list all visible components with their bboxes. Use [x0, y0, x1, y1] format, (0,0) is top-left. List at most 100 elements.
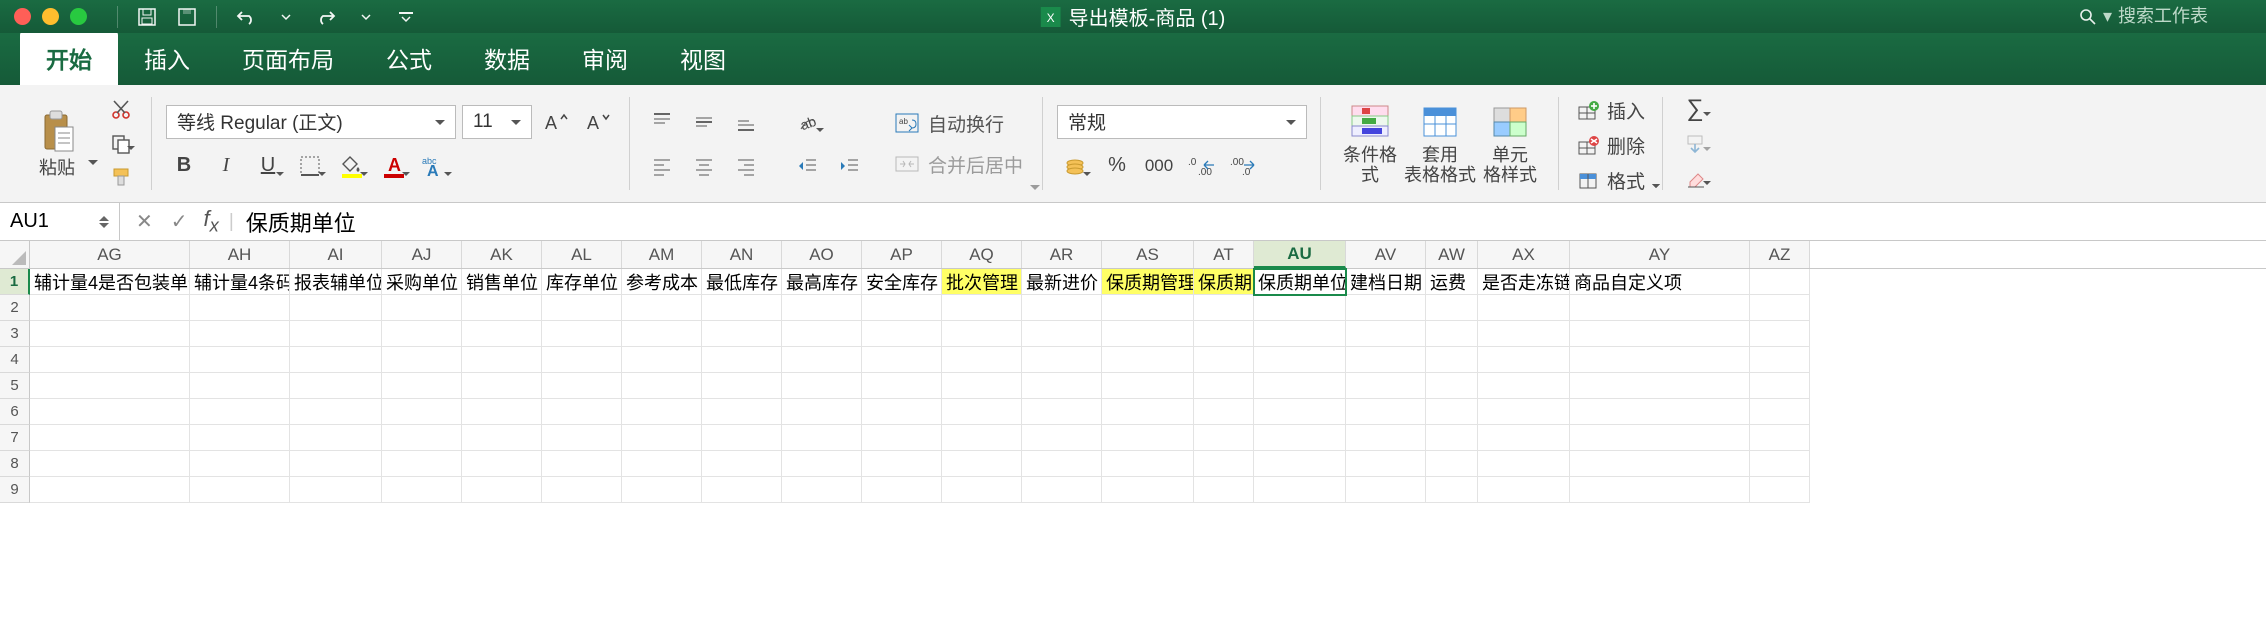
cell-AS7[interactable] [1102, 425, 1194, 451]
cell-AG5[interactable] [30, 373, 190, 399]
fx-icon[interactable]: fx [204, 206, 219, 236]
percent-button[interactable]: % [1099, 149, 1135, 183]
underline-button[interactable]: U [250, 149, 286, 183]
cell-AY9[interactable] [1570, 477, 1750, 503]
cell-AN7[interactable] [702, 425, 782, 451]
redo-icon[interactable] [315, 6, 337, 28]
decrease-font-button[interactable]: A [580, 105, 616, 139]
cell-AH8[interactable] [190, 451, 290, 477]
align-left-button[interactable] [644, 149, 680, 183]
increase-decimal-button[interactable]: .0.00 [1183, 149, 1219, 183]
cell-AP3[interactable] [862, 321, 942, 347]
cell-AI8[interactable] [290, 451, 382, 477]
cell-AY6[interactable] [1570, 399, 1750, 425]
cell-AW9[interactable] [1426, 477, 1478, 503]
cell-AG4[interactable] [30, 347, 190, 373]
cell-AL7[interactable] [542, 425, 622, 451]
column-header-AI[interactable]: AI [290, 241, 382, 268]
cell-AW6[interactable] [1426, 399, 1478, 425]
cell-AS1[interactable]: 保质期管理 [1102, 269, 1194, 295]
cell-AK4[interactable] [462, 347, 542, 373]
cell-AV2[interactable] [1346, 295, 1426, 321]
currency-button[interactable] [1057, 149, 1093, 183]
cell-AI1[interactable]: 报表辅单位 [290, 269, 382, 295]
align-middle-button[interactable] [686, 105, 722, 139]
cell-AQ3[interactable] [942, 321, 1022, 347]
align-right-button[interactable] [728, 149, 764, 183]
align-top-button[interactable] [644, 105, 680, 139]
cell-AP8[interactable] [862, 451, 942, 477]
cell-AW7[interactable] [1426, 425, 1478, 451]
cell-AW4[interactable] [1426, 347, 1478, 373]
cell-AJ2[interactable] [382, 295, 462, 321]
paste-button[interactable]: 粘贴 [22, 95, 92, 192]
format-painter-button[interactable] [104, 162, 138, 192]
cell-AX1[interactable]: 是否走冻链 [1478, 269, 1570, 295]
cell-AU8[interactable] [1254, 451, 1346, 477]
cell-AT3[interactable] [1194, 321, 1254, 347]
wrap-text-button[interactable]: ab 自动换行 [888, 108, 1029, 139]
column-header-AW[interactable]: AW [1426, 241, 1478, 268]
cell-AO9[interactable] [782, 477, 862, 503]
cell-AV6[interactable] [1346, 399, 1426, 425]
row-header-9[interactable]: 9 [0, 477, 30, 503]
cell-AZ1[interactable] [1750, 269, 1810, 295]
column-header-AY[interactable]: AY [1570, 241, 1750, 268]
cell-AN3[interactable] [702, 321, 782, 347]
search-input[interactable] [2118, 6, 2248, 27]
align-bottom-button[interactable] [728, 105, 764, 139]
orientation-button[interactable]: ab [790, 105, 826, 139]
customize-qat-icon[interactable] [395, 6, 417, 28]
search-area[interactable]: ▾ [2079, 6, 2248, 27]
cell-AP5[interactable] [862, 373, 942, 399]
save-as-icon[interactable] [176, 6, 198, 28]
cell-AM1[interactable]: 参考成本 [622, 269, 702, 295]
row-header-6[interactable]: 6 [0, 399, 30, 425]
cell-AK2[interactable] [462, 295, 542, 321]
clear-button[interactable] [1677, 166, 1713, 193]
cell-AQ8[interactable] [942, 451, 1022, 477]
format-cells-button[interactable]: 格式 [1573, 165, 1649, 196]
cell-AG9[interactable] [30, 477, 190, 503]
cell-AR5[interactable] [1022, 373, 1102, 399]
cell-AU6[interactable] [1254, 399, 1346, 425]
tab-formulas[interactable]: 公式 [360, 31, 458, 85]
insert-cells-button[interactable]: 插入 [1573, 95, 1649, 126]
cell-AW8[interactable] [1426, 451, 1478, 477]
cell-AR4[interactable] [1022, 347, 1102, 373]
cell-AN6[interactable] [702, 399, 782, 425]
cell-AZ6[interactable] [1750, 399, 1810, 425]
column-header-AX[interactable]: AX [1478, 241, 1570, 268]
cell-AY3[interactable] [1570, 321, 1750, 347]
cell-AX3[interactable] [1478, 321, 1570, 347]
undo-icon[interactable] [235, 6, 257, 28]
cell-AL9[interactable] [542, 477, 622, 503]
tab-data[interactable]: 数据 [458, 31, 556, 85]
phonetic-button[interactable]: abcA [418, 149, 454, 183]
cell-AS2[interactable] [1102, 295, 1194, 321]
cell-AG1[interactable]: 辅计量4是否包装单位 [30, 269, 190, 295]
cell-AI2[interactable] [290, 295, 382, 321]
column-header-AS[interactable]: AS [1102, 241, 1194, 268]
redo-dropdown-icon[interactable] [355, 6, 377, 28]
column-header-AJ[interactable]: AJ [382, 241, 462, 268]
cell-AG3[interactable] [30, 321, 190, 347]
cell-AY2[interactable] [1570, 295, 1750, 321]
cell-AS9[interactable] [1102, 477, 1194, 503]
cell-AN1[interactable]: 最低库存 [702, 269, 782, 295]
cell-AV5[interactable] [1346, 373, 1426, 399]
fill-button[interactable] [1677, 131, 1713, 158]
cell-AS4[interactable] [1102, 347, 1194, 373]
cell-AS8[interactable] [1102, 451, 1194, 477]
increase-indent-button[interactable] [832, 149, 868, 183]
comma-button[interactable]: 000 [1141, 149, 1177, 183]
cell-AR2[interactable] [1022, 295, 1102, 321]
decrease-decimal-button[interactable]: .00.0 [1225, 149, 1261, 183]
cell-AK1[interactable]: 销售单位 [462, 269, 542, 295]
tab-view[interactable]: 视图 [654, 31, 752, 85]
cell-AI7[interactable] [290, 425, 382, 451]
cell-AL2[interactable] [542, 295, 622, 321]
merge-center-button[interactable]: 合并后居中 [888, 149, 1029, 180]
font-size-select[interactable]: 11 [462, 105, 532, 139]
cell-AG8[interactable] [30, 451, 190, 477]
